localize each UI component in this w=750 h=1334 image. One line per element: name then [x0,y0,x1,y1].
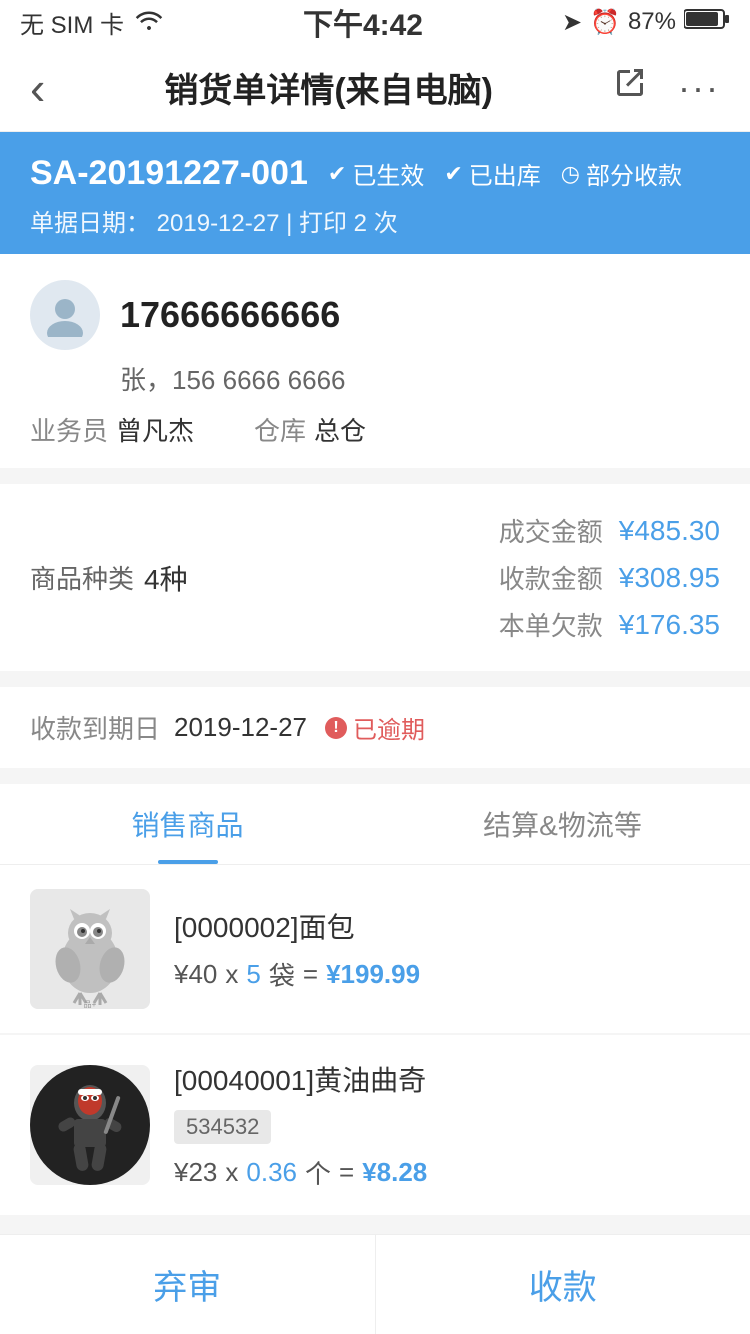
tab-sales-products-label: 销售商品 [131,804,243,844]
price-base-bread: ¥40 [174,959,217,990]
price-total-bread: ¥199.99 [326,959,420,990]
summary-right: 成交金额 ¥485.30 收款金额 ¥308.95 本单欠款 ¥176.35 [499,512,720,643]
collect-payment-label: 收款 [529,1260,597,1309]
product-kinds-label: 商品种类 [30,559,134,596]
status-bar-left: 无 SIM 卡 [20,5,164,40]
order-date-info: 单据日期： 2019-12-27 | 打印 2 次 [30,203,720,238]
product-tag-cookie: 534532 [174,1110,271,1144]
warehouse-label: 仓库 [254,411,306,448]
received-value: ¥308.95 [619,562,720,594]
tab-settlement[interactable]: 结算&物流等 [375,784,750,864]
svg-text:品+: 品+ [84,1000,97,1009]
price-total-cookie: ¥8.28 [362,1157,427,1188]
customer-top: 17666666666 [30,280,720,350]
amount-value: ¥485.30 [619,515,720,547]
check-icon-shipped: ✔ [444,161,462,187]
nav-bar: ‹ 销货单详情(来自电脑) ··· [0,44,750,132]
summary-left: 商品种类 4种 [30,512,188,643]
product-item[interactable]: [00040001]黄油曲奇 534532 ¥23 x 0.36 个 = ¥8.… [0,1035,750,1215]
salesman-value: 曾凡杰 [116,411,194,448]
battery-icon [684,8,730,37]
amount-label: 成交金额 [499,512,603,549]
tabs-row: 销售商品 结算&物流等 [0,784,750,864]
price-qty-cookie: 0.36 [246,1157,297,1188]
due-label: 收款到期日 [30,709,160,746]
received-row: 收款金额 ¥308.95 [499,559,720,596]
product-image-cookie [30,1065,150,1185]
status-bar-time: 下午4:42 [303,0,423,44]
print-info: | 打印 2 次 [286,210,398,237]
clock-icon-partial: ◷ [561,161,580,187]
status-bar: 无 SIM 卡 下午4:42 ➤ ⏰ 87% [0,0,750,44]
cancel-review-button[interactable]: 弃审 [0,1235,375,1334]
customer-phone: 17666666666 [120,294,340,336]
more-icon[interactable]: ··· [678,67,720,109]
badge-shipped: ✔ 已出库 [444,156,540,191]
collect-payment-button[interactable]: 收款 [375,1235,750,1334]
product-price-cookie: ¥23 x 0.36 个 = ¥8.28 [174,1154,720,1191]
badge-shipped-label: 已出库 [469,156,541,191]
check-icon-effective: ✔ [328,161,346,187]
badge-effective: ✔ 已生效 [328,156,424,191]
wifi-icon [134,8,164,37]
debt-value: ¥176.35 [619,609,720,641]
price-qty-bread: 5 [246,959,260,990]
order-id: SA-20191227-001 [30,154,308,193]
battery-label: 87% [628,8,676,36]
badge-partial: ◷ 部分收款 [561,156,682,191]
summary-section: 商品种类 4种 成交金额 ¥485.30 收款金额 ¥308.95 本单欠款 ¥… [0,484,750,671]
due-date-value: 2019-12-27 [174,712,307,743]
tabs-section: 销售商品 结算&物流等 [0,784,750,865]
customer-sub: 张，156 6666 6666 [30,360,720,397]
badge-effective-label: 已生效 [352,156,424,191]
badge-partial-label: 部分收款 [586,156,682,191]
product-kinds: 商品种类 4种 [30,558,188,598]
overdue-badge: ! 已逾期 [325,710,425,745]
avatar [30,280,100,350]
debt-label: 本单欠款 [499,606,603,643]
sim-status: 无 SIM 卡 [20,5,124,40]
unit-cookie: 个 [305,1154,331,1191]
customer-meta: 业务员 曾凡杰 仓库 总仓 [30,411,720,448]
product-name-bread: [0000002]面包 [174,906,720,946]
product-name-cookie: [00040001]黄油曲奇 [174,1059,720,1099]
product-kinds-value: 4种 [144,558,188,598]
alarm-icon: ⏰ [590,8,620,37]
tab-settlement-label: 结算&物流等 [483,804,642,844]
cancel-review-label: 弃审 [153,1260,221,1309]
product-image-bread: 品+ [30,889,150,1009]
nav-right-actions: ··· [612,65,720,110]
amount-row: 成交金额 ¥485.30 [499,512,720,549]
header-banner: SA-20191227-001 ✔ 已生效 ✔ 已出库 ◷ 部分收款 单据日期：… [0,132,750,254]
customer-section: 17666666666 张，156 6666 6666 业务员 曾凡杰 仓库 总… [0,254,750,468]
product-info-bread: [0000002]面包 ¥40 x 5 袋 = ¥199.99 [174,906,720,993]
status-bar-right: ➤ ⏰ 87% [562,8,730,37]
product-item[interactable]: 品+ [0000002]面包 ¥40 x 5 袋 = ¥199.99 [0,865,750,1033]
product-info-cookie: [00040001]黄油曲奇 534532 ¥23 x 0.36 个 = ¥8.… [174,1059,720,1191]
price-base-cookie: ¥23 [174,1157,217,1188]
share-icon[interactable] [612,65,648,110]
due-date-section: 收款到期日 2019-12-27 ! 已逾期 [0,687,750,768]
received-label: 收款金额 [499,559,603,596]
tab-active-underline [158,860,218,864]
order-date: 2019-12-27 [157,210,280,237]
product-price-bread: ¥40 x 5 袋 = ¥199.99 [174,956,720,993]
unit-bread: 袋 [269,956,295,993]
debt-row: 本单欠款 ¥176.35 [499,606,720,643]
date-label: 单据日期： [30,210,150,237]
tab-sales-products[interactable]: 销售商品 [0,784,375,864]
overdue-dot-icon: ! [325,717,347,739]
location-icon: ➤ [562,8,582,37]
page-title: 销货单详情(来自电脑) [164,63,493,112]
warehouse-value: 总仓 [314,411,366,448]
overdue-label: 已逾期 [353,710,425,745]
back-button[interactable]: ‹ [30,61,45,115]
salesman-label: 业务员 [30,411,108,448]
bottom-bar: 弃审 收款 [0,1234,750,1334]
